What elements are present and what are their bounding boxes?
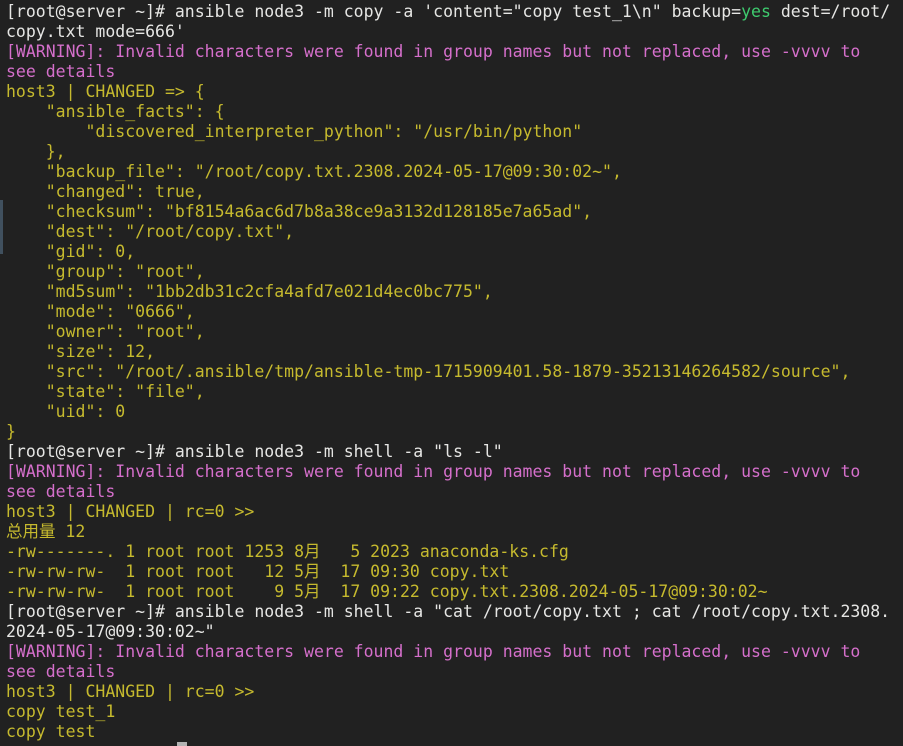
terminal-text: copy test_1 bbox=[6, 702, 115, 721]
terminal-text: "checksum": "bf8154a6ac6d7b8a38ce9a3132d… bbox=[6, 202, 592, 221]
terminal-line: "size": 12, bbox=[6, 342, 903, 362]
terminal-line: 总用量 12 bbox=[6, 522, 903, 542]
terminal-text: }, bbox=[6, 142, 66, 161]
terminal-line: see details bbox=[6, 62, 903, 82]
terminal-text: [root@server ~]# ansible node3 -m copy -… bbox=[6, 2, 741, 21]
terminal-text: "state": "file", bbox=[6, 382, 205, 401]
terminal-line: host3 | CHANGED => { bbox=[6, 82, 903, 102]
terminal-text: [WARNING]: Invalid characters were found… bbox=[6, 642, 860, 661]
terminal-line: [WARNING]: Invalid characters were found… bbox=[6, 462, 903, 482]
terminal-line: "src": "/root/.ansible/tmp/ansible-tmp-1… bbox=[6, 362, 903, 382]
terminal-text: host3 | CHANGED | rc=0 >> bbox=[6, 682, 254, 701]
terminal-line: see details bbox=[6, 482, 903, 502]
terminal-line: host3 | CHANGED | rc=0 >> bbox=[6, 502, 903, 522]
terminal-text: "backup_file": "/root/copy.txt.2308.2024… bbox=[6, 162, 622, 181]
terminal-text: copy.txt mode=666' bbox=[6, 22, 185, 41]
terminal-text: see details bbox=[6, 62, 115, 81]
terminal-line: -rw-rw-rw- 1 root root 12 5月 17 09:30 co… bbox=[6, 562, 903, 582]
terminal-text: "md5sum": "1bb2db31c2cfa4afd7e021d4ec0bc… bbox=[6, 282, 493, 301]
terminal-line: [root@server ~]# ansible node3 -m shell … bbox=[6, 602, 903, 622]
terminal-line: host3 | CHANGED | rc=0 >> bbox=[6, 682, 903, 702]
terminal-text: copy test bbox=[6, 722, 95, 741]
terminal-line: "gid": 0, bbox=[6, 242, 903, 262]
terminal-text: 总用量 12 bbox=[6, 522, 85, 541]
terminal-line: "md5sum": "1bb2db31c2cfa4afd7e021d4ec0bc… bbox=[6, 282, 903, 302]
terminal-text: "src": "/root/.ansible/tmp/ansible-tmp-1… bbox=[6, 362, 850, 381]
terminal-line: "mode": "0666", bbox=[6, 302, 903, 322]
terminal-line: [WARNING]: Invalid characters were found… bbox=[6, 42, 903, 62]
terminal-window: [root@server ~]# ansible node3 -m copy -… bbox=[0, 0, 903, 746]
terminal-line: "state": "file", bbox=[6, 382, 903, 402]
terminal-text: [WARNING]: Invalid characters were found… bbox=[6, 462, 860, 481]
terminal-line: [root@server ~]# ansible node3 -m shell … bbox=[6, 442, 903, 462]
terminal-line: } bbox=[6, 422, 903, 442]
terminal-line: "owner": "root", bbox=[6, 322, 903, 342]
terminal-line: copy test_1 bbox=[6, 702, 903, 722]
terminal-line: [root@server ~]# ansible node3 -m copy -… bbox=[6, 2, 903, 22]
terminal-text: "uid": 0 bbox=[6, 402, 125, 421]
terminal-line: "discovered_interpreter_python": "/usr/b… bbox=[6, 122, 903, 142]
terminal-line: -rw-------. 1 root root 1253 8月 5 2023 a… bbox=[6, 542, 903, 562]
terminal-line: "backup_file": "/root/copy.txt.2308.2024… bbox=[6, 162, 903, 182]
terminal-line: "checksum": "bf8154a6ac6d7b8a38ce9a3132d… bbox=[6, 202, 903, 222]
terminal-line: "changed": true, bbox=[6, 182, 903, 202]
terminal-text: -rw-rw-rw- 1 root root 9 5月 17 09:22 cop… bbox=[6, 582, 768, 601]
terminal-text: "size": 12, bbox=[6, 342, 155, 361]
scrollbar-thumb[interactable] bbox=[0, 200, 3, 254]
terminal-text: "discovered_interpreter_python": "/usr/b… bbox=[6, 122, 582, 141]
terminal-text: "mode": "0666", bbox=[6, 302, 195, 321]
terminal-cursor[interactable] bbox=[177, 742, 187, 746]
terminal-text: host3 | CHANGED | rc=0 >> bbox=[6, 502, 254, 521]
terminal-text: "ansible_facts": { bbox=[6, 102, 225, 121]
terminal-line: copy.txt mode=666' bbox=[6, 22, 903, 42]
terminal-line: 2024-05-17@09:30:02~" bbox=[6, 622, 903, 642]
terminal-line: }, bbox=[6, 142, 903, 162]
terminal-text: dest=/root/ bbox=[771, 2, 890, 21]
terminal-text: "owner": "root", bbox=[6, 322, 205, 341]
terminal-line: [WARNING]: Invalid characters were found… bbox=[6, 642, 903, 662]
terminal-text: see details bbox=[6, 662, 115, 681]
terminal-text: "group": "root", bbox=[6, 262, 205, 281]
terminal-text: -rw-------. 1 root root 1253 8月 5 2023 a… bbox=[6, 542, 569, 561]
terminal-text: [root@server ~]# ansible node3 -m shell … bbox=[6, 602, 890, 621]
terminal-line: "dest": "/root/copy.txt", bbox=[6, 222, 903, 242]
terminal-text: [WARNING]: Invalid characters were found… bbox=[6, 42, 860, 61]
terminal-line: see details bbox=[6, 662, 903, 682]
terminal-line: "group": "root", bbox=[6, 262, 903, 282]
terminal-text: } bbox=[6, 422, 16, 441]
terminal-text: see details bbox=[6, 482, 115, 501]
terminal-line: "uid": 0 bbox=[6, 402, 903, 422]
terminal-text: host3 | CHANGED => { bbox=[6, 82, 205, 101]
terminal-text: "gid": 0, bbox=[6, 242, 135, 261]
terminal-text: [root@server ~]# ansible node3 -m shell … bbox=[6, 442, 503, 461]
terminal-text: "dest": "/root/copy.txt", bbox=[6, 222, 294, 241]
terminal-text: -rw-rw-rw- 1 root root 12 5月 17 09:30 co… bbox=[6, 562, 509, 581]
terminal-line: "ansible_facts": { bbox=[6, 102, 903, 122]
terminal-line: -rw-rw-rw- 1 root root 9 5月 17 09:22 cop… bbox=[6, 582, 903, 602]
terminal-line: copy test bbox=[6, 722, 903, 742]
terminal-text: 2024-05-17@09:30:02~" bbox=[6, 622, 215, 641]
terminal-text: yes bbox=[741, 2, 771, 21]
terminal-text: "changed": true, bbox=[6, 182, 205, 201]
terminal-output: [root@server ~]# ansible node3 -m copy -… bbox=[6, 2, 903, 742]
